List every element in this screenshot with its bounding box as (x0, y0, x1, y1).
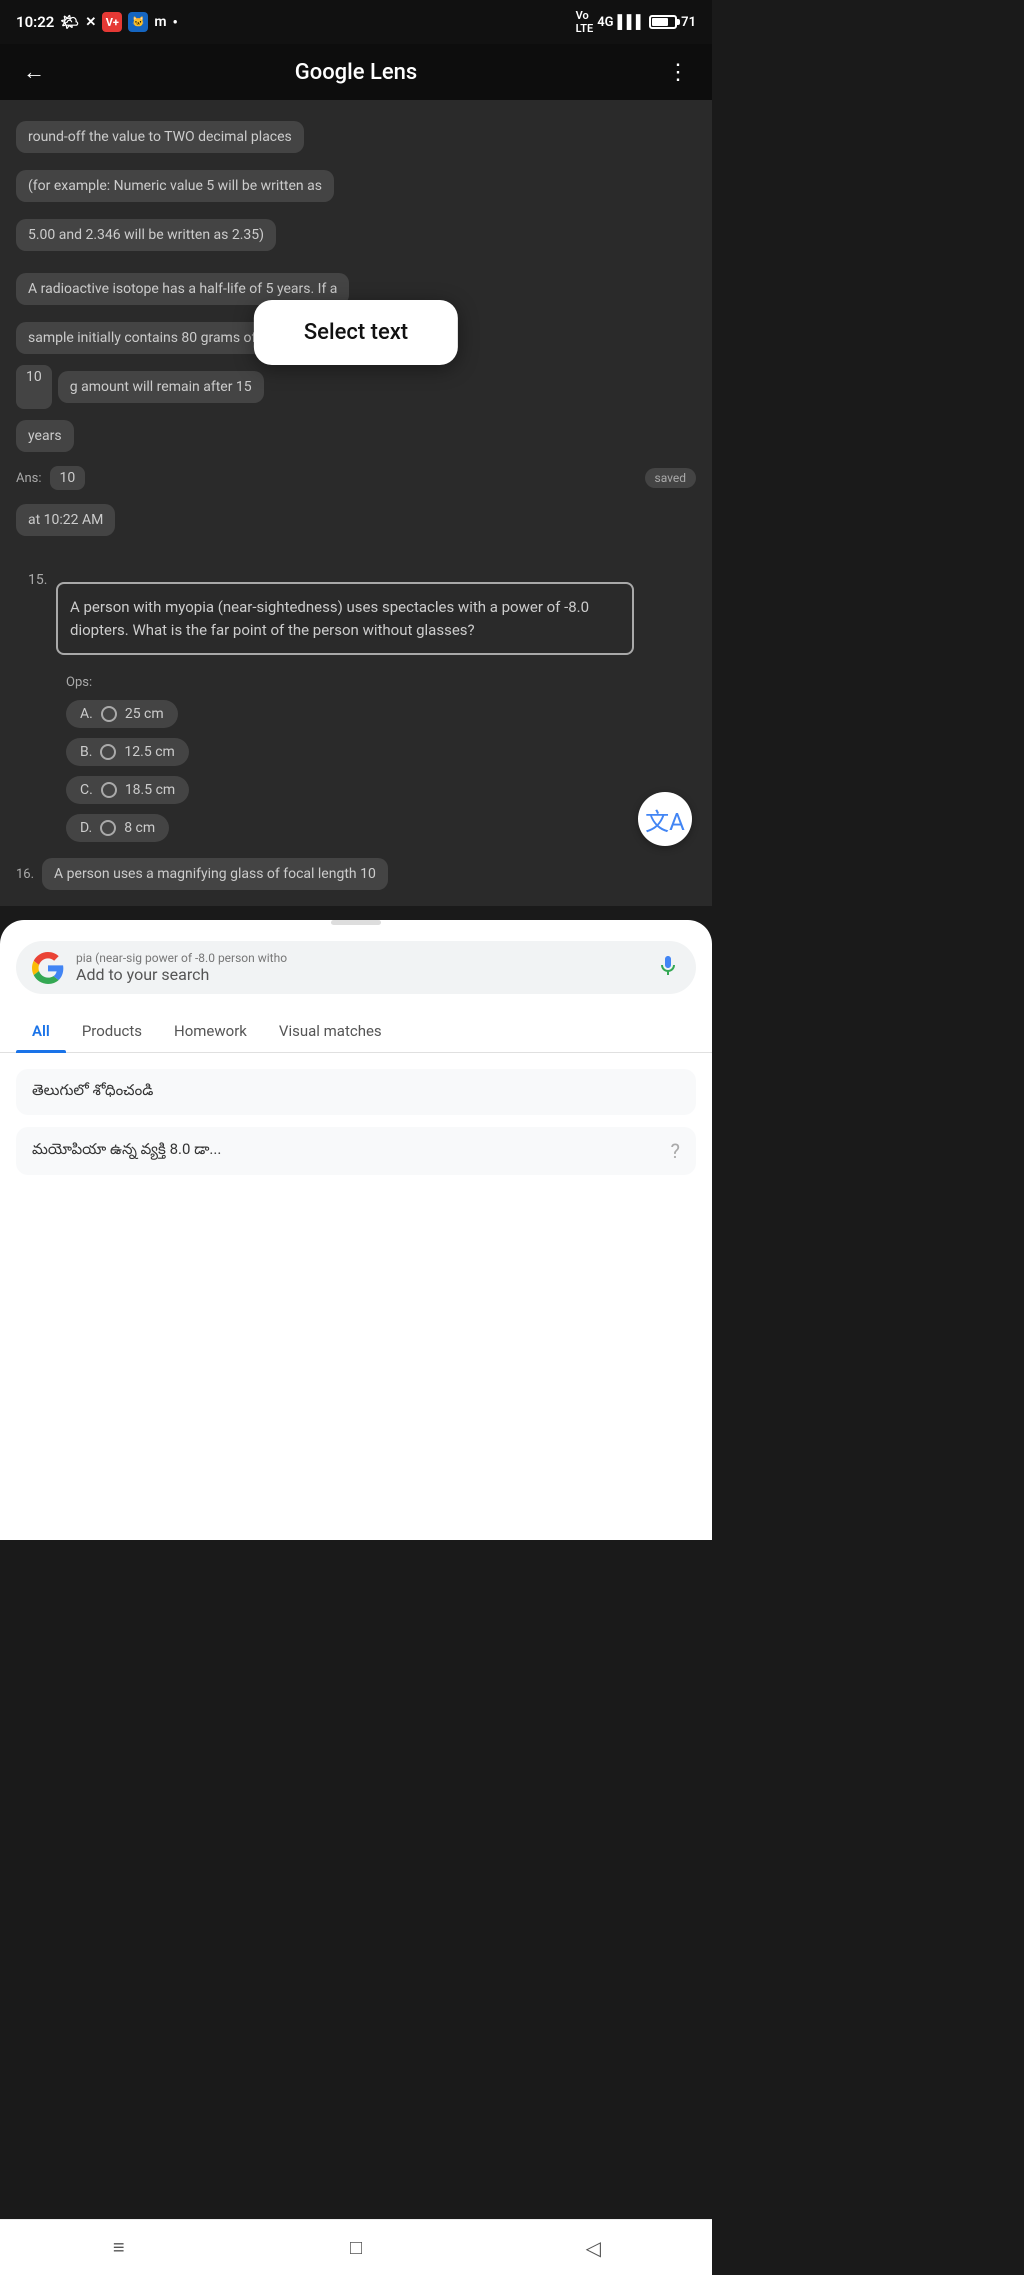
question-15-row: 15. A person with myopia (near-sightedne… (16, 572, 696, 665)
option-a-radio (101, 706, 117, 722)
help-icon: ? (671, 1139, 680, 1163)
search-input[interactable]: Add to your search (76, 965, 644, 984)
search-bar[interactable]: pia (near-sig power of -8.0 person witho… (16, 941, 696, 994)
bubble-2: (for example: Numeric value 5 will be wr… (16, 170, 334, 202)
q16-number: 16. (16, 867, 34, 882)
option-b-radio (100, 744, 116, 760)
google-logo (32, 952, 64, 984)
option-d-radio (100, 820, 116, 836)
m-icon: m (154, 14, 166, 30)
signal-icon: ▌▌▌ (618, 14, 646, 30)
square-icon: □ (350, 2235, 362, 2260)
question-15-text: A person with myopia (near-sightedness) … (56, 582, 634, 655)
option-a: A. 25 cm (66, 700, 178, 728)
saved-badge: saved (645, 468, 697, 488)
ops-row: Ops: (66, 675, 696, 690)
volte-label: VoLTE (576, 9, 594, 35)
option-d-row: D. 8 cm (66, 814, 696, 842)
translate-icon: 文A (645, 802, 685, 837)
tab-products[interactable]: Products (66, 1010, 158, 1052)
back-button[interactable]: ← (16, 54, 52, 90)
bubble-1: round-off the value to TWO decimal place… (16, 121, 304, 153)
battery-icon (649, 15, 677, 29)
translate-fab[interactable]: 文A (638, 792, 692, 846)
x-icon: ✕ (85, 15, 96, 30)
tab-visual-matches[interactable]: Visual matches (263, 1010, 398, 1052)
num-bubble-1: 10 (16, 365, 52, 409)
weather-icon: 🌤 (60, 13, 79, 31)
time-display: 10:22 (16, 13, 54, 31)
option-c-radio (101, 782, 117, 798)
years-bubble: years (16, 420, 74, 452)
tabs-row: All Products Homework Visual matches (0, 1010, 712, 1053)
home-button[interactable]: □ (331, 2228, 381, 2268)
app-title: Google Lens (295, 60, 418, 85)
option-b: B. 12.5 cm (66, 738, 189, 766)
ops-label: Ops: (66, 675, 92, 690)
result-row-2[interactable]: మయోపియా ఉన్న వ్యక్తి 8.0 డా... ? (16, 1127, 696, 1175)
triangle-icon: ◁ (586, 2236, 601, 2260)
search-preview-text-1: pia (near-sig power of -8.0 person witho (76, 951, 644, 965)
select-text-label: Select text (304, 320, 408, 345)
result-text-1: తెలుగులో శోధించండి (32, 1081, 680, 1103)
option-a-text: 25 cm (125, 706, 164, 722)
option-b-text: 12.5 cm (124, 744, 174, 760)
option-d: D. 8 cm (66, 814, 169, 842)
tab-homework[interactable]: Homework (158, 1010, 263, 1052)
search-preview: pia (near-sig power of -8.0 person witho… (76, 951, 644, 984)
option-b-label: B. (80, 744, 92, 760)
ans-label: Ans: (16, 471, 42, 486)
lens-header: ← Google Lens ⋮ (0, 44, 712, 100)
network-label: 4G (597, 15, 613, 30)
drag-handle (331, 920, 381, 925)
chat-line-1: round-off the value to TWO decimal place… (16, 115, 696, 159)
option-a-row: A. 25 cm (66, 700, 696, 728)
time-line: at 10:22 AM (16, 498, 696, 542)
hamburger-icon: ≡ (113, 2235, 125, 2260)
option-c-row: C. 18.5 cm (66, 776, 696, 804)
back-nav-button[interactable]: ◁ (568, 2228, 618, 2268)
status-bar: 10:22 🌤 ✕ V+ 🐱 m • VoLTE 4G ▌▌▌ 71 (0, 0, 712, 44)
notification-icon-blue: 🐱 (128, 12, 148, 32)
bubble-5: sample initially contains 80 grams of it… (16, 322, 283, 354)
question-15-number: 15. (28, 572, 47, 588)
battery-percent: 71 (681, 15, 696, 30)
result-row-1[interactable]: తెలుగులో శోధించండి (16, 1069, 696, 1115)
option-a-label: A. (80, 706, 93, 722)
background-content: round-off the value to TWO decimal place… (0, 100, 712, 906)
status-right: VoLTE 4G ▌▌▌ 71 (576, 9, 696, 35)
bubble-3: 5.00 and 2.346 will be written as 2.35) (16, 219, 276, 251)
options-section: Ops: A. 25 cm B. 12.5 cm C. 18.5 cm (66, 675, 696, 842)
bubble-6: g amount will remain after 15 (58, 371, 264, 403)
chat-line-3: 5.00 and 2.346 will be written as 2.35) (16, 213, 696, 257)
chat-line-2: (for example: Numeric value 5 will be wr… (16, 164, 696, 208)
question-16-row: 16. A person uses a magnifying glass of … (16, 852, 696, 896)
nav-bar: ≡ □ ◁ (0, 2219, 712, 2275)
years-line: years (16, 414, 696, 458)
option-d-text: 8 cm (124, 820, 155, 836)
option-b-row: B. 12.5 cm (66, 738, 696, 766)
option-c: C. 18.5 cm (66, 776, 189, 804)
answer-row: Ans: 10 saved (16, 466, 696, 490)
dot-icon: • (173, 13, 178, 31)
ans-value: 10 (50, 466, 86, 490)
select-text-popup[interactable]: Select text (254, 300, 458, 365)
tab-all[interactable]: All (16, 1010, 66, 1052)
result-text-2: మయోపియా ఉన్న వ్యక్తి 8.0 డా... (32, 1140, 655, 1162)
inline-bubbles: 10 g amount will remain after 15 (16, 365, 696, 409)
option-c-text: 18.5 cm (125, 782, 175, 798)
battery-fill (652, 18, 668, 26)
hamburger-button[interactable]: ≡ (94, 2228, 144, 2268)
notification-icon-red: V+ (102, 12, 122, 32)
results-area: తెలుగులో శోధించండి మయోపియా ఉన్న వ్యక్తి … (0, 1053, 712, 1203)
q16-text: A person uses a magnifying glass of foca… (42, 858, 388, 890)
mic-icon (656, 954, 680, 978)
time-label: at 10:22 AM (16, 504, 115, 536)
status-left: 10:22 🌤 ✕ V+ 🐱 m • (16, 12, 178, 32)
option-d-label: D. (80, 820, 92, 836)
menu-button[interactable]: ⋮ (660, 54, 696, 90)
option-c-label: C. (80, 782, 93, 798)
bottom-sheet: pia (near-sig power of -8.0 person witho… (0, 920, 712, 1540)
mic-button[interactable] (656, 954, 680, 982)
